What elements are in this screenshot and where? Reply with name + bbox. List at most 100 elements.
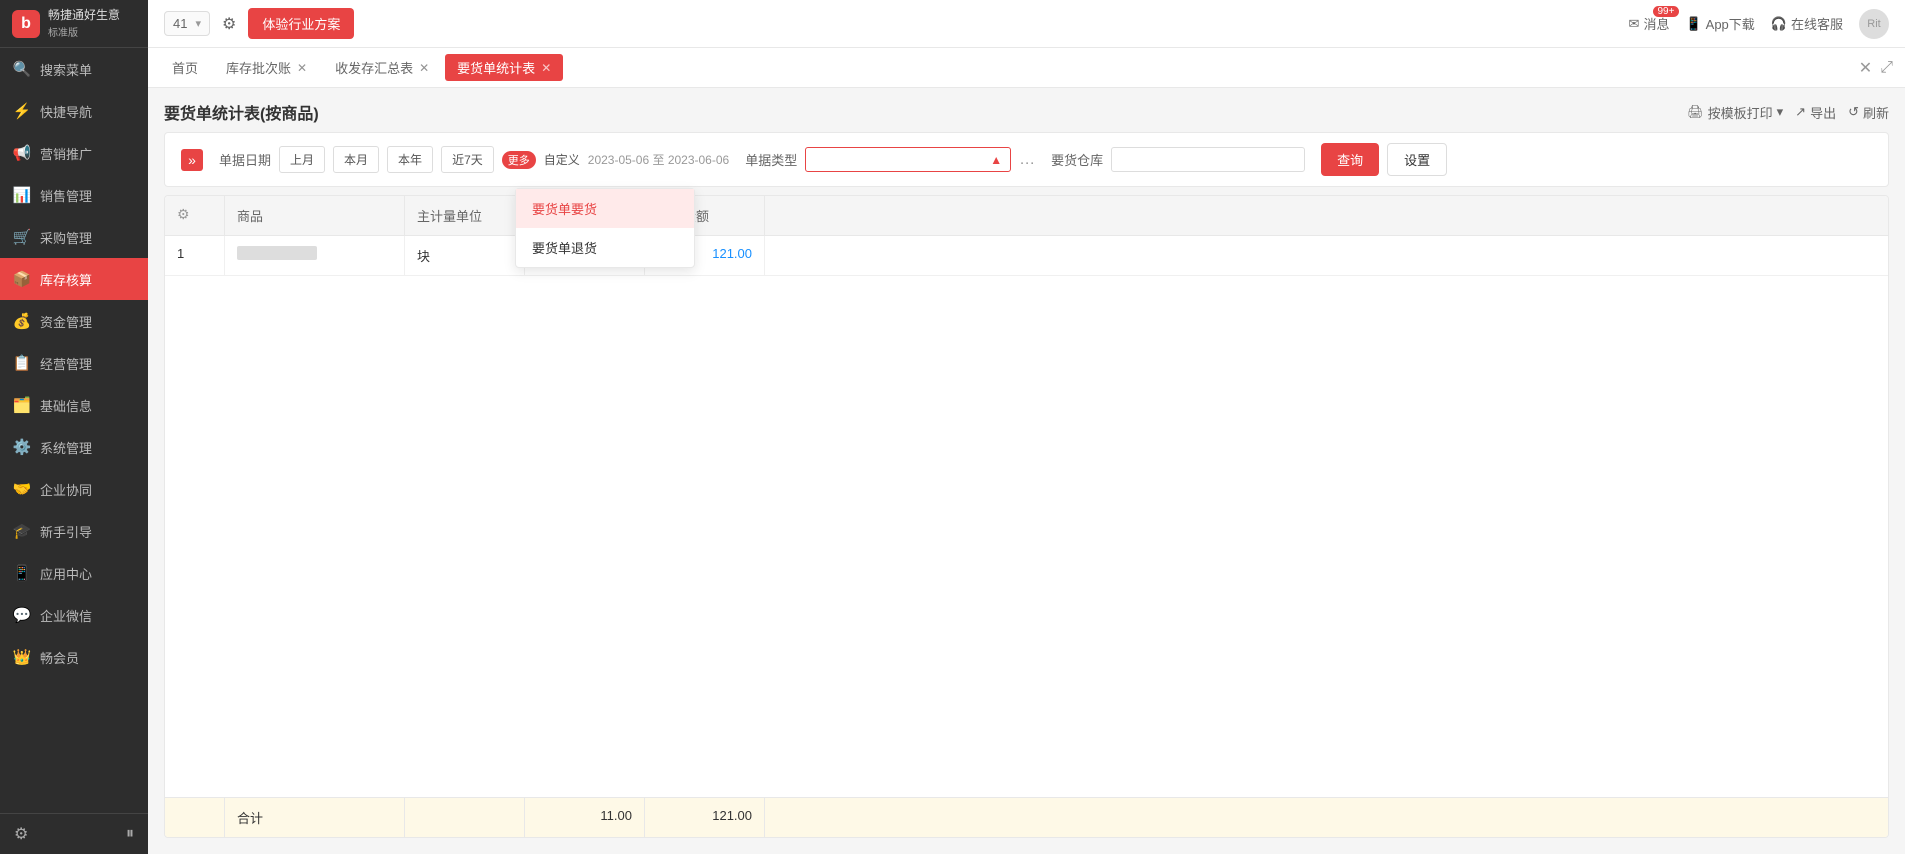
window-close-icon[interactable]: ✕ — [1859, 58, 1872, 78]
date-curr-month-btn[interactable]: 本月 — [333, 146, 379, 173]
tab-close-requisition-stat[interactable]: ✕ — [541, 61, 551, 75]
sidebar-footer: ⚙ ⏸ — [0, 813, 148, 854]
dropdown-item-requisition-return[interactable]: 要货单退货 — [516, 228, 694, 267]
print-icon: 🖨 — [1687, 104, 1704, 120]
print-btn[interactable]: 🖨 按模板打印 ▾ — [1687, 103, 1783, 122]
date-7days-btn[interactable]: 近7天 — [441, 146, 494, 173]
nav-icon-quick-nav: ⚡ — [12, 101, 32, 121]
settings-btn[interactable]: 设置 — [1387, 143, 1447, 176]
sidebar-item-operations[interactable]: 📋 经营管理 — [0, 342, 148, 384]
filter-more-icon[interactable]: … — [1019, 151, 1035, 169]
type-select[interactable]: ▲ — [805, 147, 1011, 172]
sidebar-item-quick-nav[interactable]: ⚡ 快捷导航 — [0, 90, 148, 132]
sidebar-item-newbie[interactable]: 🎓 新手引导 — [0, 510, 148, 552]
sidebar-item-vip[interactable]: 👑 畅会员 — [0, 636, 148, 678]
type-dropdown-menu: 要货单要货 要货单退货 — [515, 188, 695, 268]
topbar-settings-icon[interactable]: ⚙ — [222, 14, 236, 34]
nav-label-newbie: 新手引导 — [40, 522, 92, 541]
sidebar-item-app-center[interactable]: 📱 应用中心 — [0, 552, 148, 594]
industry-btn[interactable]: 体验行业方案 — [248, 8, 354, 39]
tab-close-receive-summary[interactable]: ✕ — [419, 61, 429, 75]
dropdown-item-requisition-order[interactable]: 要货单要货 — [516, 189, 694, 228]
tabs-bar-right: ✕ ⤢ — [1859, 58, 1893, 78]
filter-expand-btn[interactable]: » — [181, 149, 203, 171]
service-label: 在线客服 — [1791, 14, 1843, 33]
tabs-bar: 首页库存批次账✕收发存汇总表✕ 要货单统计表 ✕ ✕ ⤢ — [148, 48, 1905, 88]
nav-label-sales: 销售管理 — [40, 186, 92, 205]
nav-icon-marketing: 📢 — [12, 143, 32, 163]
table-footer: 合计 11.00 121.00 — [165, 797, 1888, 837]
tf-empty3 — [765, 798, 1888, 837]
nav-icon-search: 🔍 — [12, 59, 32, 79]
tab-requisition-stat[interactable]: 要货单统计表 ✕ — [445, 54, 563, 81]
sidebar-item-system[interactable]: ⚙️ 系统管理 — [0, 426, 148, 468]
nav-label-app-center: 应用中心 — [40, 564, 92, 583]
online-service-btn[interactable]: 🎧 在线客服 — [1771, 14, 1843, 33]
tab-inventory-batch[interactable]: 库存批次账✕ — [214, 54, 319, 81]
tab-receive-summary[interactable]: 收发存汇总表✕ — [323, 54, 441, 81]
type-filter-group: 单据类型 ▲ … — [745, 147, 1035, 172]
chevron-down-icon: ▾ — [195, 17, 201, 30]
nav-label-operations: 经营管理 — [40, 354, 92, 373]
td-extra — [765, 236, 1888, 275]
date-curr-year-btn[interactable]: 本年 — [387, 146, 433, 173]
td-unit: 块 — [405, 236, 525, 275]
filter-area: » 单据日期 上月 本月 本年 近7天 更多 自定义 2023-05-06 至 … — [164, 132, 1889, 187]
date-filter-group: 单据日期 上月 本月 本年 近7天 更多 自定义 2023-05-06 至 20… — [219, 146, 729, 173]
refresh-btn[interactable]: ↺ 刷新 — [1848, 103, 1889, 122]
app-download-btn[interactable]: 📱 App下载 — [1685, 14, 1754, 33]
tf-empty2 — [405, 798, 525, 837]
sidebar-item-inventory[interactable]: 📦 库存核算 — [0, 258, 148, 300]
topbar-right: ✉ 消息 99+ 📱 App下载 🎧 在线客服 Rit — [1629, 9, 1889, 39]
nav-icon-operations: 📋 — [12, 353, 32, 373]
branch-dropdown[interactable]: 41 ▾ — [164, 11, 210, 36]
export-btn[interactable]: ↗ 导出 — [1795, 103, 1836, 122]
date-prev-month-btn[interactable]: 上月 — [279, 146, 325, 173]
query-btn[interactable]: 查询 — [1321, 143, 1379, 176]
warehouse-input[interactable] — [1111, 147, 1305, 172]
tf-empty1 — [165, 798, 225, 837]
sidebar-item-wechat[interactable]: 💬 企业微信 — [0, 594, 148, 636]
refresh-icon: ↺ — [1848, 104, 1859, 120]
td-index: 1 — [165, 236, 225, 275]
nav-label-enterprise: 企业协同 — [40, 480, 92, 499]
export-icon: ↗ — [1795, 104, 1806, 120]
nav-label-search: 搜索菜单 — [40, 60, 92, 79]
date-more-badge[interactable]: 更多 — [502, 151, 536, 169]
th-product: 商品 — [225, 196, 405, 235]
sidebar-item-finance[interactable]: 💰 资金管理 — [0, 300, 148, 342]
date-label: 单据日期 — [219, 150, 271, 169]
nav-icon-app-center: 📱 — [12, 563, 32, 583]
td-product — [225, 236, 405, 275]
settings-icon[interactable]: ⚙ — [14, 824, 28, 844]
th-extra — [765, 196, 1888, 235]
nav-icon-vip: 👑 — [12, 647, 32, 667]
service-icon: 🎧 — [1771, 16, 1787, 32]
app-name: 畅捷通好生意 — [48, 8, 120, 24]
column-settings-icon[interactable]: ⚙ — [177, 206, 190, 222]
page-header-actions: 🖨 按模板打印 ▾ ↗ 导出 ↺ 刷新 — [1687, 103, 1889, 122]
sidebar-item-marketing[interactable]: 📢 营销推广 — [0, 132, 148, 174]
amount-link[interactable]: 121.00 — [712, 246, 752, 261]
topbar: 41 ▾ ⚙ 体验行业方案 ✉ 消息 99+ 📱 App下载 🎧 在线客服 Ri… — [148, 0, 1905, 48]
nav-icon-enterprise: 🤝 — [12, 479, 32, 499]
user-avatar[interactable]: Rit — [1859, 9, 1889, 39]
type-input[interactable] — [814, 152, 990, 167]
tab-close-inventory-batch[interactable]: ✕ — [297, 61, 307, 75]
message-btn[interactable]: ✉ 消息 99+ — [1629, 14, 1670, 33]
collapse-icon[interactable]: ⏸ — [126, 825, 134, 843]
tab-home[interactable]: 首页 — [160, 54, 210, 81]
filter-actions: 查询 设置 — [1321, 143, 1447, 176]
nav-icon-system: ⚙️ — [12, 437, 32, 457]
app-icon: 📱 — [1685, 16, 1701, 32]
date-custom-btn[interactable]: 自定义 — [544, 151, 580, 168]
app-label: App下载 — [1706, 14, 1755, 33]
sidebar-item-enterprise[interactable]: 🤝 企业协同 — [0, 468, 148, 510]
sidebar-item-basic-info[interactable]: 🗂️ 基础信息 — [0, 384, 148, 426]
tab-label-requisition-stat: 要货单统计表 — [457, 58, 535, 77]
app-logo-icon: b — [12, 10, 40, 38]
sidebar-item-sales[interactable]: 📊 销售管理 — [0, 174, 148, 216]
sidebar-item-purchase[interactable]: 🛒 采购管理 — [0, 216, 148, 258]
sidebar-item-search[interactable]: 🔍 搜索菜单 — [0, 48, 148, 90]
window-expand-icon[interactable]: ⤢ — [1880, 59, 1893, 77]
